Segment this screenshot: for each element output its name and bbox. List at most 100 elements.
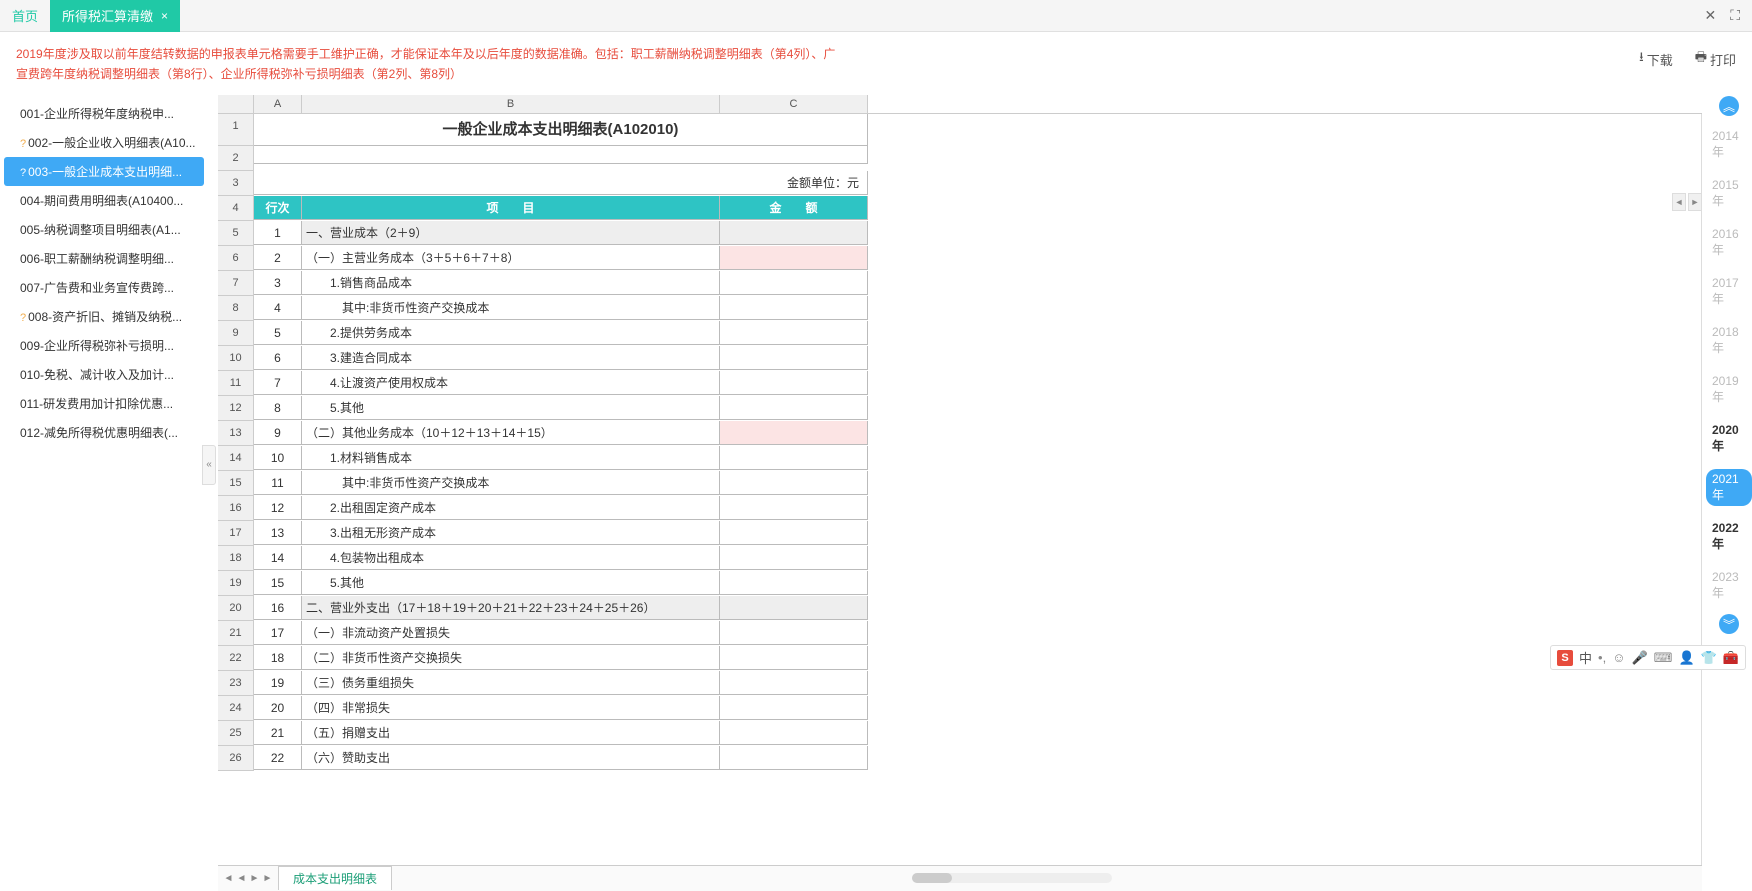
year-option[interactable]: 2017年: [1706, 273, 1752, 310]
cell[interactable]: 11: [254, 471, 302, 495]
row-header[interactable]: 20: [218, 596, 254, 621]
cell[interactable]: 3.建造合同成本: [302, 346, 720, 370]
tab-home[interactable]: 首页: [0, 0, 50, 32]
cell[interactable]: （二）非货币性资产交换损失: [302, 646, 720, 670]
row-header[interactable]: 24: [218, 696, 254, 721]
row-header[interactable]: 1: [218, 114, 254, 146]
cell[interactable]: （三）债务重组损失: [302, 671, 720, 695]
year-scroll-down-icon[interactable]: ︾: [1719, 614, 1739, 634]
sheet-nav-prev-icon[interactable]: ◄: [237, 873, 247, 884]
cell[interactable]: [720, 471, 868, 495]
cell[interactable]: 16: [254, 596, 302, 620]
ime-lang-toggle[interactable]: 中: [1579, 648, 1592, 667]
row-header[interactable]: 7: [218, 271, 254, 296]
cell[interactable]: 15: [254, 571, 302, 595]
sidebar-item-6[interactable]: 006-职工薪酬纳税调整明细...: [0, 244, 208, 273]
cell[interactable]: 1.销售商品成本: [302, 271, 720, 295]
cell[interactable]: [720, 396, 868, 420]
sidebar-item-8[interactable]: ?008-资产折旧、摊销及纳税...: [0, 302, 208, 331]
col-header-a[interactable]: A: [254, 95, 302, 113]
cell[interactable]: [720, 571, 868, 595]
cell[interactable]: 项 目: [302, 196, 720, 220]
year-option[interactable]: 2015年: [1706, 175, 1752, 212]
cell[interactable]: [720, 721, 868, 745]
row-header[interactable]: 16: [218, 496, 254, 521]
cell[interactable]: [720, 321, 868, 345]
window-close-icon[interactable]: ✕: [1704, 7, 1716, 24]
year-option[interactable]: 2021年: [1706, 469, 1752, 506]
col-header-b[interactable]: B: [302, 95, 720, 113]
cell[interactable]: 2.出租固定资产成本: [302, 496, 720, 520]
cell[interactable]: 4.让渡资产使用权成本: [302, 371, 720, 395]
sheet-nav-first-icon[interactable]: ◄: [224, 873, 234, 884]
horizontal-scrollbar[interactable]: [912, 873, 1112, 883]
cell[interactable]: 其中:非货币性资产交换成本: [302, 296, 720, 320]
cell[interactable]: [720, 496, 868, 520]
cell[interactable]: 18: [254, 646, 302, 670]
tab-tax-settlement[interactable]: 所得税汇算清缴 ×: [50, 0, 180, 32]
cell[interactable]: 19: [254, 671, 302, 695]
ime-toolbox-icon[interactable]: 🧰: [1723, 650, 1739, 666]
cell[interactable]: [720, 671, 868, 695]
cell[interactable]: [720, 296, 868, 320]
cell[interactable]: 行次: [254, 196, 302, 220]
cell[interactable]: 8: [254, 396, 302, 420]
sidebar-item-12[interactable]: 012-减免所得税优惠明细表(...: [0, 418, 208, 447]
cell[interactable]: [720, 646, 868, 670]
cell[interactable]: 13: [254, 521, 302, 545]
cell[interactable]: 22: [254, 746, 302, 770]
cell[interactable]: 5.其他: [302, 571, 720, 595]
row-header[interactable]: 19: [218, 571, 254, 596]
row-header[interactable]: 3: [218, 171, 254, 196]
cell[interactable]: [720, 621, 868, 645]
cell[interactable]: [254, 146, 868, 164]
row-header[interactable]: 17: [218, 521, 254, 546]
ime-skin-icon[interactable]: 👕: [1701, 650, 1717, 666]
sheet-scroll-right-icon[interactable]: ►: [1688, 193, 1702, 211]
sidebar-item-7[interactable]: 007-广告费和业务宣传费跨...: [0, 273, 208, 302]
cell[interactable]: 4.包装物出租成本: [302, 546, 720, 570]
row-header[interactable]: 11: [218, 371, 254, 396]
row-header[interactable]: 18: [218, 546, 254, 571]
cell[interactable]: [720, 421, 868, 445]
cell[interactable]: [720, 746, 868, 770]
cell[interactable]: 金 额: [720, 196, 868, 220]
cell[interactable]: [720, 546, 868, 570]
col-header-c[interactable]: C: [720, 95, 868, 113]
row-header[interactable]: 8: [218, 296, 254, 321]
row-header[interactable]: 5: [218, 221, 254, 246]
cell[interactable]: 10: [254, 446, 302, 470]
sidebar-item-1[interactable]: 001-企业所得税年度纳税申...: [0, 99, 208, 128]
sidebar-item-10[interactable]: 010-免税、减计收入及加计...: [0, 360, 208, 389]
cell[interactable]: [720, 521, 868, 545]
cell[interactable]: 3.出租无形资产成本: [302, 521, 720, 545]
cell[interactable]: 二、营业外支出（17＋18＋19＋20＋21＋22＋23＋24＋25＋26）: [302, 596, 720, 620]
cell[interactable]: [720, 246, 868, 270]
sidebar-item-2[interactable]: ?002-一般企业收入明细表(A10...: [0, 128, 208, 157]
cell[interactable]: 1.材料销售成本: [302, 446, 720, 470]
ime-keyboard-icon[interactable]: ⌨: [1654, 650, 1673, 666]
year-option[interactable]: 2022年: [1706, 518, 1752, 555]
row-header[interactable]: 23: [218, 671, 254, 696]
sidebar-item-5[interactable]: 005-纳税调整项目明细表(A1...: [0, 215, 208, 244]
row-header[interactable]: 14: [218, 446, 254, 471]
sidebar-item-11[interactable]: 011-研发费用加计扣除优惠...: [0, 389, 208, 418]
sidebar-item-4[interactable]: 004-期间费用明细表(A10400...: [0, 186, 208, 215]
sidebar-collapse-handle[interactable]: «: [202, 445, 216, 485]
cell[interactable]: 7: [254, 371, 302, 395]
sidebar-item-9[interactable]: 009-企业所得税弥补亏损明...: [0, 331, 208, 360]
cell[interactable]: 2.提供劳务成本: [302, 321, 720, 345]
ime-user-icon[interactable]: 👤: [1678, 650, 1694, 666]
year-option[interactable]: 2020年: [1706, 420, 1752, 457]
cell[interactable]: （一）非流动资产处置损失: [302, 621, 720, 645]
ime-toolbar[interactable]: S 中 •, ☺ 🎤 ⌨ 👤 👕 🧰: [1550, 645, 1746, 670]
print-button[interactable]: 🖶 打印: [1695, 48, 1736, 70]
row-header[interactable]: 13: [218, 421, 254, 446]
year-option[interactable]: 2016年: [1706, 224, 1752, 261]
cell[interactable]: 20: [254, 696, 302, 720]
row-header[interactable]: 15: [218, 471, 254, 496]
row-header[interactable]: 4: [218, 196, 254, 221]
ime-emoji-icon[interactable]: ☺: [1612, 650, 1625, 665]
cell[interactable]: （四）非常损失: [302, 696, 720, 720]
cell[interactable]: 2: [254, 246, 302, 270]
